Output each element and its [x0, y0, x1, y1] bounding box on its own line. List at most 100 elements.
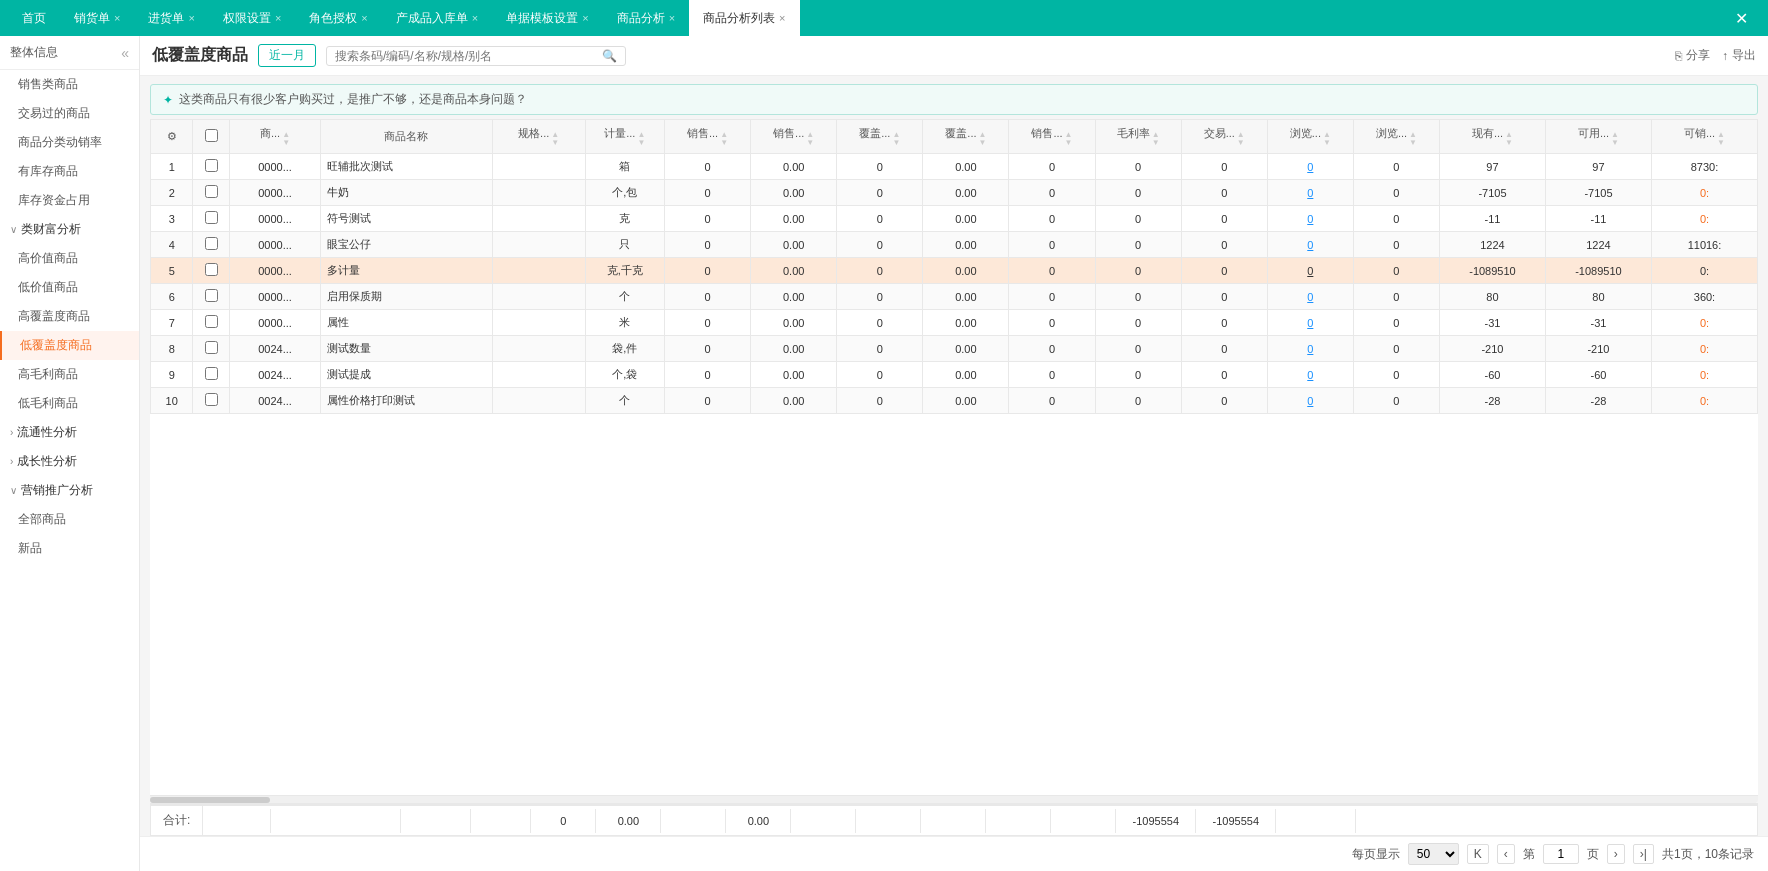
sidebar-item-new-products[interactable]: 新品 — [0, 534, 139, 563]
cell-check[interactable] — [193, 180, 230, 206]
window-close-button[interactable]: ✕ — [1723, 9, 1760, 28]
nav-home[interactable]: 首页 — [8, 0, 60, 36]
cell-browse1[interactable]: 0 — [1267, 336, 1353, 362]
sidebar-item-stock-capital[interactable]: 库存资金占用 — [0, 186, 139, 215]
per-page-select[interactable]: 50 100 200 — [1408, 843, 1459, 865]
th-sales1[interactable]: 销售...▲▼ — [665, 120, 751, 154]
sidebar-item-low-value[interactable]: 低价值商品 — [0, 273, 139, 302]
sidebar-item-high-value[interactable]: 高价值商品 — [0, 244, 139, 273]
cell-check[interactable] — [193, 232, 230, 258]
nav-sales-order[interactable]: 销货单 × — [60, 0, 134, 36]
row-checkbox[interactable] — [205, 211, 218, 224]
cell-browse1[interactable]: 0 — [1267, 284, 1353, 310]
sidebar-group-liquidity[interactable]: › 流通性分析 — [0, 418, 139, 447]
time-filter-button[interactable]: 近一月 — [258, 44, 316, 67]
next-page-button[interactable]: › — [1607, 844, 1625, 864]
sidebar-item-all-products[interactable]: 全部商品 — [0, 505, 139, 534]
th-name[interactable]: 商品名称 — [320, 120, 492, 154]
row-checkbox[interactable] — [205, 393, 218, 406]
th-sales2[interactable]: 销售...▲▼ — [751, 120, 837, 154]
close-icon[interactable]: × — [669, 12, 675, 24]
row-checkbox[interactable] — [205, 315, 218, 328]
select-all-checkbox[interactable] — [205, 129, 218, 142]
th-cover1[interactable]: 覆盖...▲▼ — [837, 120, 923, 154]
prev-page-button[interactable]: ‹ — [1497, 844, 1515, 864]
row-checkbox[interactable] — [205, 289, 218, 302]
sidebar-group-wealth-analysis[interactable]: ∨ 类财富分析 — [0, 215, 139, 244]
nav-role-auth[interactable]: 角色授权 × — [295, 0, 381, 36]
data-table-wrapper[interactable]: ⚙ 商...▲▼ 商品名称 规格...▲▼ 计量...▲▼ 销售...▲▼ 销售… — [150, 119, 1758, 795]
th-gear[interactable]: ⚙ — [151, 120, 193, 154]
sidebar-item-low-profit[interactable]: 低毛利商品 — [0, 389, 139, 418]
cell-browse1[interactable]: 0 — [1267, 232, 1353, 258]
row-checkbox[interactable] — [205, 341, 218, 354]
share-button[interactable]: ⎘ 分享 — [1675, 47, 1710, 64]
cell-check[interactable] — [193, 336, 230, 362]
page-number-input[interactable] — [1543, 844, 1579, 864]
sidebar-item-category-rate[interactable]: 商品分类动销率 — [0, 128, 139, 157]
cell-browse1[interactable]: 0 — [1267, 154, 1353, 180]
th-current[interactable]: 现有...▲▼ — [1439, 120, 1545, 154]
nav-purchase-order[interactable]: 进货单 × — [134, 0, 208, 36]
th-gross[interactable]: 毛利率▲▼ — [1095, 120, 1181, 154]
nav-product-analysis[interactable]: 商品分析 × — [603, 0, 689, 36]
cell-check[interactable] — [193, 258, 230, 284]
export-button[interactable]: ↑ 导出 — [1722, 47, 1756, 64]
horizontal-scrollbar[interactable] — [150, 795, 1758, 803]
cell-check[interactable] — [193, 284, 230, 310]
nav-finished-goods[interactable]: 产成品入库单 × — [382, 0, 492, 36]
cell-check[interactable] — [193, 362, 230, 388]
th-browse1[interactable]: 浏览...▲▼ — [1267, 120, 1353, 154]
cell-num: 9 — [151, 362, 193, 388]
th-sales3[interactable]: 销售...▲▼ — [1009, 120, 1095, 154]
search-box: 🔍 — [326, 46, 626, 66]
close-icon[interactable]: × — [114, 12, 120, 24]
sidebar-item-sales-goods[interactable]: 销售类商品 — [0, 70, 139, 99]
sidebar-item-high-profit[interactable]: 高毛利商品 — [0, 360, 139, 389]
sidebar-group-marketing[interactable]: ∨ 营销推广分析 — [0, 476, 139, 505]
cell-browse1[interactable]: 0 — [1267, 362, 1353, 388]
sidebar-item-high-coverage[interactable]: 高覆盖度商品 — [0, 302, 139, 331]
row-checkbox[interactable] — [205, 159, 218, 172]
sidebar-item-low-coverage[interactable]: 低覆盖度商品 — [0, 331, 139, 360]
cell-browse1[interactable]: 0 — [1267, 206, 1353, 232]
th-sellable[interactable]: 可销...▲▼ — [1651, 120, 1757, 154]
row-checkbox[interactable] — [205, 367, 218, 380]
cell-browse1[interactable]: 0 — [1267, 388, 1353, 414]
close-icon[interactable]: × — [472, 12, 478, 24]
close-icon[interactable]: × — [582, 12, 588, 24]
nav-permission-settings[interactable]: 权限设置 × — [209, 0, 295, 36]
close-icon[interactable]: × — [275, 12, 281, 24]
cell-check[interactable] — [193, 310, 230, 336]
close-icon[interactable]: × — [361, 12, 367, 24]
sidebar-item-traded-goods[interactable]: 交易过的商品 — [0, 99, 139, 128]
row-checkbox[interactable] — [205, 263, 218, 276]
th-browse2[interactable]: 浏览...▲▼ — [1353, 120, 1439, 154]
sidebar-collapse-button[interactable]: « — [121, 45, 129, 61]
nav-product-analysis-list[interactable]: 商品分析列表 × — [689, 0, 799, 36]
close-icon[interactable]: × — [188, 12, 194, 24]
first-page-button[interactable]: K — [1467, 844, 1489, 864]
th-spec[interactable]: 规格...▲▼ — [492, 120, 585, 154]
cell-check[interactable] — [193, 206, 230, 232]
nav-template-settings[interactable]: 单据模板设置 × — [492, 0, 602, 36]
cell-check[interactable] — [193, 388, 230, 414]
last-page-button[interactable]: ›| — [1633, 844, 1654, 864]
sidebar-item-in-stock[interactable]: 有库存商品 — [0, 157, 139, 186]
row-checkbox[interactable] — [205, 237, 218, 250]
close-icon[interactable]: × — [779, 12, 785, 24]
th-check[interactable] — [193, 120, 230, 154]
th-code[interactable]: 商...▲▼ — [230, 120, 320, 154]
row-checkbox[interactable] — [205, 185, 218, 198]
search-input[interactable] — [335, 49, 602, 63]
th-cover2[interactable]: 覆盖...▲▼ — [923, 120, 1009, 154]
search-icon[interactable]: 🔍 — [602, 49, 617, 63]
th-unit[interactable]: 计量...▲▼ — [585, 120, 664, 154]
cell-browse1[interactable]: 0 — [1267, 310, 1353, 336]
cell-browse1[interactable]: 0 — [1267, 258, 1353, 284]
sidebar-group-growth[interactable]: › 成长性分析 — [0, 447, 139, 476]
th-usable[interactable]: 可用...▲▼ — [1545, 120, 1651, 154]
th-trade[interactable]: 交易...▲▼ — [1181, 120, 1267, 154]
cell-browse1[interactable]: 0 — [1267, 180, 1353, 206]
cell-check[interactable] — [193, 154, 230, 180]
